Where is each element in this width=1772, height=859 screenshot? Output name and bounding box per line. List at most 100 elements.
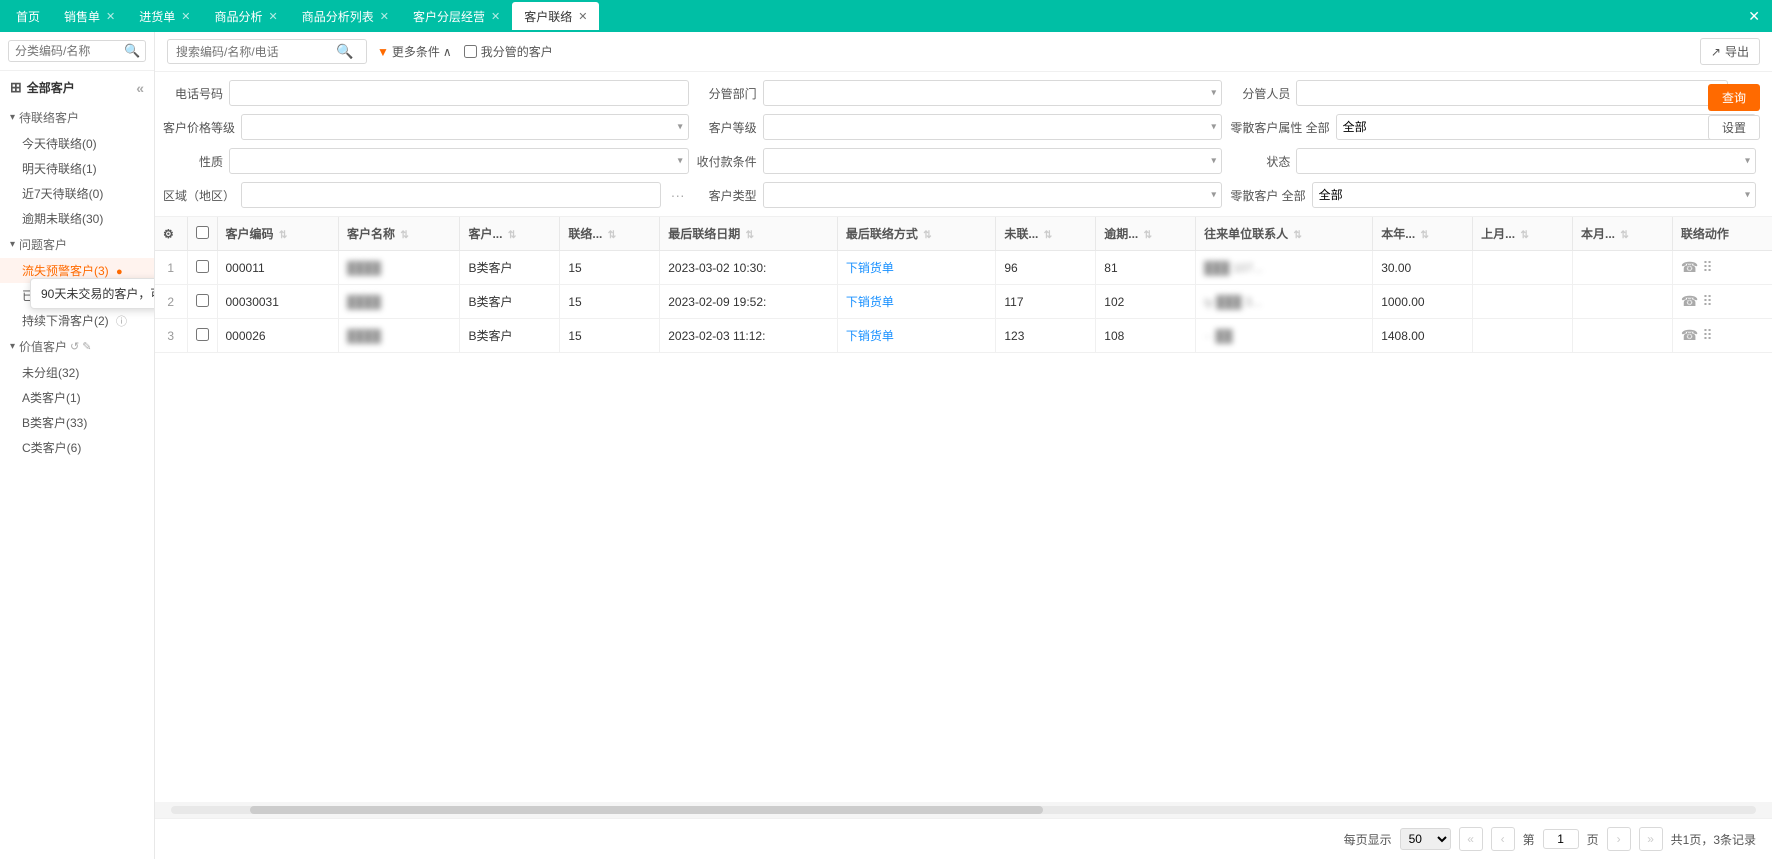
row-1-last-type[interactable]: 下销货单 (837, 251, 996, 285)
page-input[interactable] (1543, 829, 1579, 849)
row-3-last-type[interactable]: 下销货单 (837, 319, 996, 353)
sidebar-item-today[interactable]: 今天待联络(0) (0, 131, 154, 156)
col-partner-contact[interactable]: 往来单位联系人 ⇅ (1196, 217, 1373, 251)
filter-region-more[interactable]: ··· (667, 187, 689, 203)
tab-close-analysis[interactable]: ✕ (269, 10, 278, 23)
filter-region-input[interactable] (241, 182, 661, 208)
row-1-last-date: 2023-03-02 10:30: (660, 251, 838, 285)
sidebar-group-problem[interactable]: ▾ 问题客户 (0, 231, 154, 258)
next-page-btn[interactable]: › (1607, 827, 1631, 851)
sidebar-item-class-a[interactable]: A类客户(1) (0, 385, 154, 410)
filter-customer-grade-select[interactable] (763, 114, 1223, 140)
action-icon-1-chat[interactable]: ☎ (1681, 259, 1698, 276)
row-2-last-month (1473, 285, 1573, 319)
tab-customer-contact[interactable]: 客户联络 ✕ (512, 2, 599, 30)
per-page-select[interactable]: 50 100 200 (1400, 828, 1451, 850)
row-2-actions: ☎ ⠿ (1672, 285, 1772, 319)
col-not-contacted[interactable]: 未联... ⇅ (996, 217, 1096, 251)
filter-status-select[interactable] (1296, 148, 1756, 174)
sidebar-item-churn-warning[interactable]: 流失预警客户(3) ● 90天未交易的客户，可能有流失风险。 (0, 258, 154, 283)
first-page-btn[interactable]: « (1459, 827, 1483, 851)
row-2-last-type[interactable]: 下销货单 (837, 285, 996, 319)
filter-price-grade-select[interactable] (241, 114, 689, 140)
sidebar-group-pending[interactable]: ▾ 待联络客户 (0, 104, 154, 131)
col-overdue[interactable]: 逾期... ⇅ (1096, 217, 1196, 251)
action-icon-3-chat[interactable]: ☎ (1681, 327, 1698, 344)
row-2-this-year: 1000.00 (1373, 285, 1473, 319)
window-close-button[interactable]: ✕ (1748, 8, 1768, 25)
sidebar-item-declining[interactable]: 持续下滑客户(2) ⓘ (0, 308, 154, 333)
row-3-checkbox[interactable] (196, 328, 209, 341)
sidebar-item-class-c[interactable]: C类客户(6) (0, 435, 154, 460)
tab-purchase[interactable]: 进货单 ✕ (127, 2, 202, 30)
horizontal-scrollbar[interactable] (155, 802, 1772, 818)
export-button[interactable]: ↗ 导出 (1700, 38, 1760, 65)
toolbar-search-icon[interactable]: 🔍 (336, 43, 353, 60)
action-icon-1-more[interactable]: ⠿ (1702, 259, 1712, 276)
sidebar-group-value[interactable]: ▾ 价值客户 ↺ ✎ (0, 333, 154, 360)
col-last-date[interactable]: 最后联络日期 ⇅ (660, 217, 838, 251)
filter-nature-select[interactable] (229, 148, 689, 174)
filter-phone-input[interactable] (229, 80, 689, 106)
refresh-icon[interactable]: ↺ (70, 340, 79, 353)
col-last-month[interactable]: 上月... ⇅ (1473, 217, 1573, 251)
sidebar-item-7days[interactable]: 近7天待联络(0) (0, 181, 154, 206)
col-this-year[interactable]: 本年... ⇅ (1373, 217, 1473, 251)
row-3-partner: ·· ██ (1196, 319, 1373, 353)
row-2-contact: 15 (560, 285, 660, 319)
prev-page-btn[interactable]: ‹ (1491, 827, 1515, 851)
filter-customer-type-select[interactable] (763, 182, 1223, 208)
table-row: 3 000026 ████ B类客户 15 2023-02-03 11:12: … (155, 319, 1772, 353)
col-this-month[interactable]: 本月... ⇅ (1572, 217, 1672, 251)
col-type[interactable]: 客户... ⇅ (460, 217, 560, 251)
sidebar-search-icon[interactable]: 🔍 (124, 43, 140, 59)
sort-icon-contact: ⇅ (608, 230, 616, 241)
filter-payment-select[interactable] (763, 148, 1223, 174)
filter-retail-attr-select[interactable]: 全部 (1336, 114, 1756, 140)
col-name[interactable]: 客户名称 ⇅ (338, 217, 459, 251)
filter-dept-select[interactable] (763, 80, 1223, 106)
action-icon-2-chat[interactable]: ☎ (1681, 293, 1698, 310)
sort-icon-this-month: ⇅ (1620, 230, 1628, 241)
col-code[interactable]: 客户编码 ⇅ (217, 217, 338, 251)
tab-sales[interactable]: 销售单 ✕ (52, 2, 127, 30)
sidebar-item-class-b[interactable]: B类客户(33) (0, 410, 154, 435)
tab-close-purchase[interactable]: ✕ (181, 10, 190, 23)
tab-analysis[interactable]: 商品分析 ✕ (202, 2, 289, 30)
tab-close-customer-contact[interactable]: ✕ (578, 10, 587, 23)
row-1-link[interactable]: 下销货单 (846, 261, 894, 275)
col-last-type[interactable]: 最后联络方式 ⇅ (837, 217, 996, 251)
sidebar-collapse-icon[interactable]: « (136, 80, 144, 96)
sidebar-item-ungroup[interactable]: 未分组(32) (0, 360, 154, 385)
tab-close-customer-layer[interactable]: ✕ (491, 10, 500, 23)
filter-retail-customer-select[interactable]: 全部 (1312, 182, 1756, 208)
action-icon-3-more[interactable]: ⠿ (1702, 327, 1712, 344)
row-1-checkbox[interactable] (196, 260, 209, 273)
row-2-link[interactable]: 下销货单 (846, 295, 894, 309)
filter-manager-input[interactable] (1296, 80, 1728, 106)
row-2-partner: iy ███ 3... (1196, 285, 1373, 319)
row-3-link[interactable]: 下销货单 (846, 329, 894, 343)
row-2-this-month (1572, 285, 1672, 319)
my-customers-checkbox[interactable] (464, 45, 477, 58)
last-page-btn[interactable]: » (1639, 827, 1663, 851)
tab-close-analysis-list[interactable]: ✕ (380, 10, 389, 23)
sidebar-item-tomorrow[interactable]: 明天待联络(1) (0, 156, 154, 181)
col-settings[interactable]: ⚙ (155, 217, 187, 251)
tab-home[interactable]: 首页 (4, 2, 52, 30)
toolbar-search-input[interactable] (176, 45, 336, 59)
tab-close-sales[interactable]: ✕ (106, 10, 115, 23)
toolbar-my-customers[interactable]: 我分管的客户 (464, 43, 553, 60)
sidebar-item-overdue[interactable]: 逾期未联络(30) (0, 206, 154, 231)
sidebar-all-customers[interactable]: ⊞ 全部客户 « (0, 71, 154, 104)
query-button[interactable]: 查询 (1708, 84, 1760, 111)
col-contact[interactable]: 联络... ⇅ (560, 217, 660, 251)
settings-button[interactable]: 设置 (1708, 115, 1760, 140)
action-icon-2-more[interactable]: ⠿ (1702, 293, 1712, 310)
edit-icon[interactable]: ✎ (82, 340, 91, 353)
row-2-checkbox[interactable] (196, 294, 209, 307)
select-all-checkbox[interactable] (196, 226, 209, 239)
toolbar-filter-button[interactable]: ▼ 更多条件 ∧ (377, 43, 452, 60)
tab-customer-layer[interactable]: 客户分层经营 ✕ (401, 2, 512, 30)
tab-analysis-list[interactable]: 商品分析列表 ✕ (290, 2, 401, 30)
